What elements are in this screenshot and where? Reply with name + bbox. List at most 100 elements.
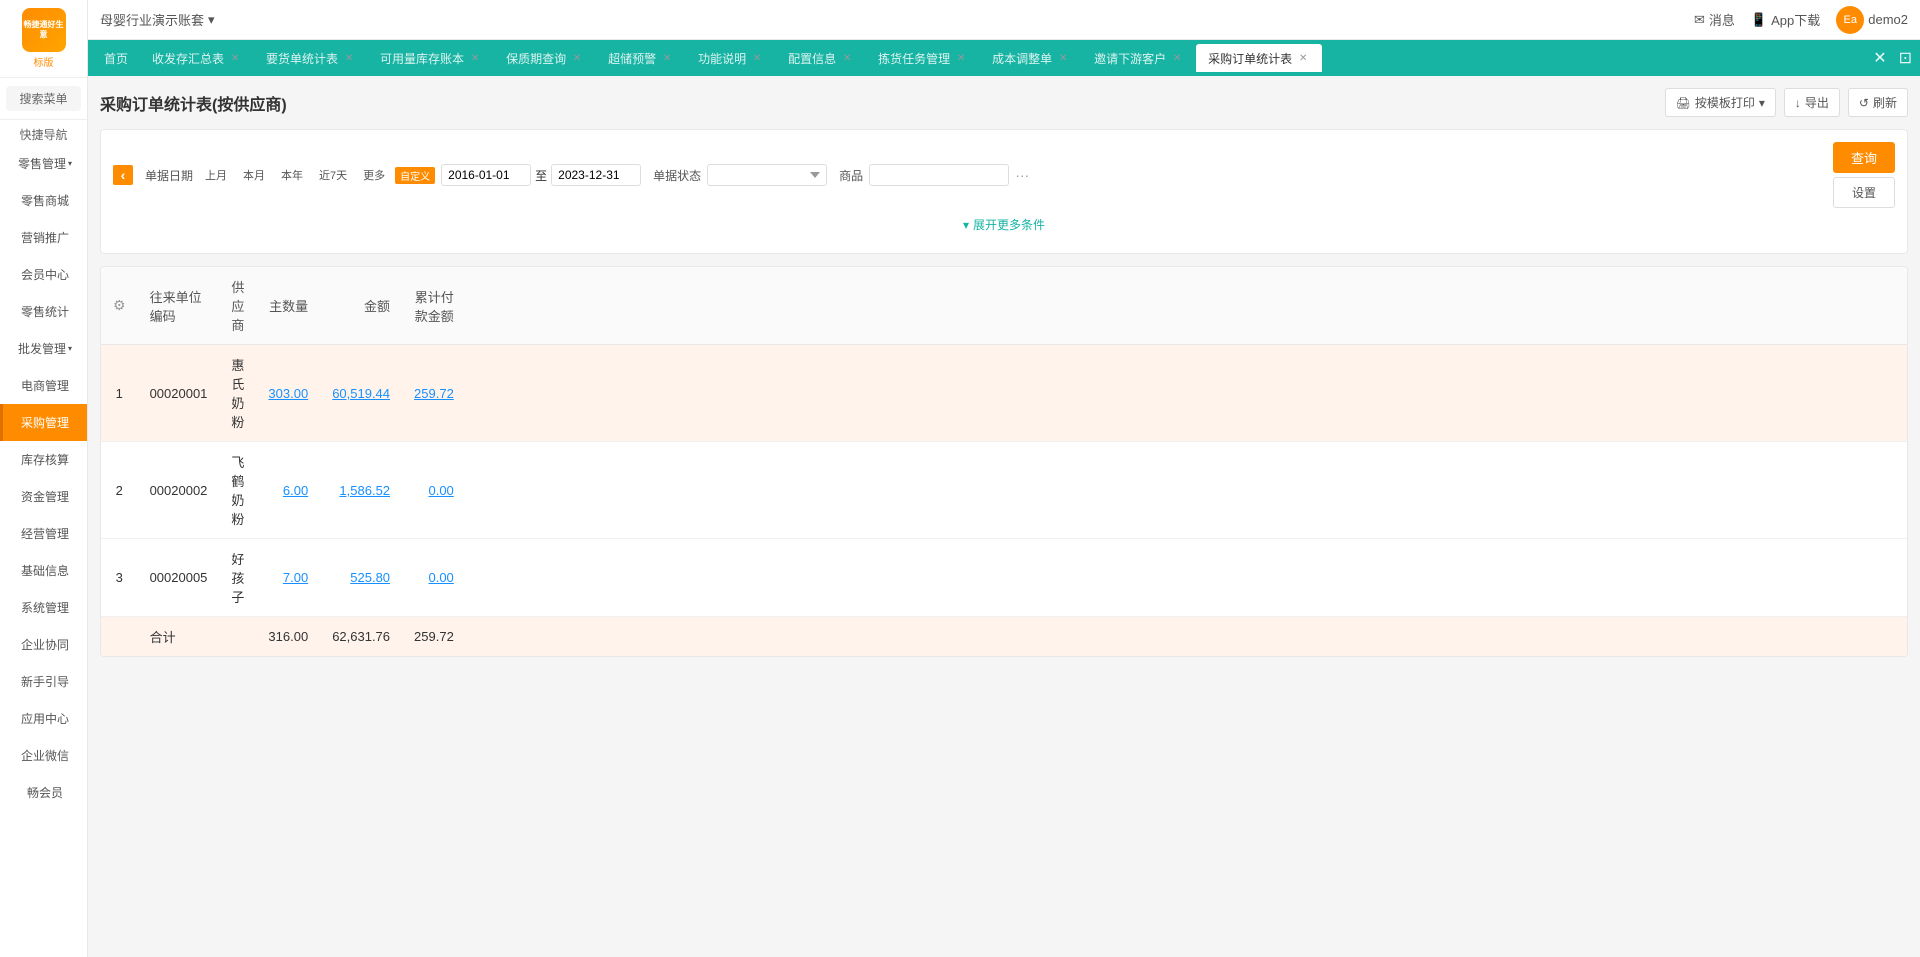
sidebar-item-6[interactable]: 电商管理 [0, 367, 87, 404]
tab-label: 配置信息 [788, 50, 836, 67]
restore-btn[interactable]: ⊡ [1895, 48, 1916, 68]
tab-close-icon[interactable]: ✕ [660, 51, 674, 65]
tab-close-icon[interactable]: ✕ [840, 51, 854, 65]
shortcut-prev-month[interactable]: 上月 [199, 165, 233, 185]
user-profile[interactable]: Ea demo2 [1836, 6, 1908, 34]
row-amount[interactable]: 1,586.52 [320, 442, 402, 539]
quick-nav-btn[interactable]: 快捷导航 [0, 120, 87, 145]
print-btn[interactable]: 🖨 按模板打印 ▾ [1665, 88, 1776, 117]
export-icon: ↓ [1795, 96, 1801, 110]
col-amount: 金额 [320, 267, 402, 345]
shortcut-this-month[interactable]: 本月 [237, 165, 271, 185]
tab-close-icon[interactable]: ✕ [1296, 51, 1310, 65]
sidebar-item-5[interactable]: 批发管理▾ [0, 330, 87, 367]
expand-more-btn[interactable]: ▾ 展开更多条件 [963, 216, 1045, 233]
table-row: 2 00020002 飞鹤奶粉 6.00 1,586.52 0.00 [101, 442, 1907, 539]
table-row: 3 00020005 好孩子 7.00 525.80 0.00 [101, 539, 1907, 617]
app-download-btn[interactable]: 📱 App下载 [1751, 10, 1820, 29]
sidebar-logo: 畅捷通好生意 标版 [0, 0, 87, 78]
sidebar-item-8[interactable]: 库存核算 [0, 441, 87, 478]
row-paid[interactable]: 0.00 [402, 539, 466, 617]
message-btn[interactable]: ✉ 消息 [1694, 10, 1735, 29]
tab-7[interactable]: 配置信息 ✕ [776, 44, 866, 72]
row-qty[interactable]: 6.00 [256, 442, 320, 539]
sidebar-item-16[interactable]: 企业微信 [0, 737, 87, 774]
sidebar-item-label: 畅会员 [27, 784, 63, 801]
tab-5[interactable]: 超储预警✕ [596, 44, 686, 72]
settings-btn[interactable]: 设置 [1833, 177, 1895, 208]
refresh-icon: ↺ [1859, 96, 1869, 110]
sidebar-item-12[interactable]: 系统管理 [0, 589, 87, 626]
tab-8[interactable]: 拣货任务管理✕ [866, 44, 980, 72]
row-amount[interactable]: 60,519.44 [320, 345, 402, 442]
row-index: 1 [101, 345, 138, 442]
search-menu-btn[interactable]: 搜索菜单 [6, 86, 81, 111]
row-qty[interactable]: 303.00 [256, 345, 320, 442]
sidebar-item-13[interactable]: 企业协同 [0, 626, 87, 663]
tab-label: 采购订单统计表 [1208, 50, 1292, 67]
sidebar-item-10[interactable]: 经营管理 [0, 515, 87, 552]
sidebar-item-4[interactable]: 零售统计 [0, 293, 87, 330]
tab-1[interactable]: 收发存汇总表✕ [140, 44, 254, 72]
tab-close-icon[interactable]: ✕ [342, 51, 356, 65]
row-amount[interactable]: 525.80 [320, 539, 402, 617]
table-footer: 合计 316.00 62,631.76 259.72 [101, 617, 1907, 657]
chevron-down-icon: ▾ [963, 218, 969, 232]
search-btn[interactable]: 查询 [1833, 142, 1895, 173]
topbar-left: 母婴行业演示账套 ▾ [100, 10, 215, 29]
date-from-input[interactable] [441, 164, 531, 186]
goods-input[interactable] [869, 164, 1009, 186]
status-filter-label: 单据状态 [653, 167, 701, 184]
table-settings-icon[interactable]: ⚙ [113, 297, 126, 313]
tab-close-icon[interactable]: ✕ [570, 51, 584, 65]
tab-close-icon[interactable]: ✕ [750, 51, 764, 65]
tab-11[interactable]: 采购订单统计表 ✕ [1196, 44, 1322, 72]
shortcut-7days[interactable]: 近7天 [313, 165, 353, 185]
row-qty[interactable]: 7.00 [256, 539, 320, 617]
row-paid[interactable]: 259.72 [402, 345, 466, 442]
sidebar-item-0[interactable]: 零售管理▾ [0, 145, 87, 182]
tab-6[interactable]: 功能说明 ✕ [686, 44, 776, 72]
tab-label: 功能说明 [698, 50, 746, 67]
tab-0[interactable]: 首页 [92, 44, 140, 72]
tab-9[interactable]: 成本调整单✕ [980, 44, 1082, 72]
tab-close-icon[interactable]: ✕ [228, 51, 242, 65]
topbar: 母婴行业演示账套 ▾ ✉ 消息 📱 App下载 Ea demo2 [88, 0, 1920, 40]
sidebar-search-area[interactable]: 搜索菜单 [0, 78, 87, 120]
date-to-input[interactable] [551, 164, 641, 186]
tab-close-icon[interactable]: ✕ [1056, 51, 1070, 65]
tab-10[interactable]: 邀请下游客户✕ [1082, 44, 1196, 72]
sidebar-item-9[interactable]: 资金管理 [0, 478, 87, 515]
sidebar-item-7[interactable]: 采购管理 [0, 404, 87, 441]
status-select[interactable] [707, 164, 827, 186]
sidebar-item-14[interactable]: 新手引导 [0, 663, 87, 700]
col-supplier: 供应商 [219, 267, 256, 345]
tab-close-icon[interactable]: ✕ [954, 51, 968, 65]
sidebar-item-label: 采购管理 [21, 414, 69, 431]
industry-selector[interactable]: 母婴行业演示账套 ▾ [100, 10, 215, 29]
tab-2[interactable]: 要货单统计表✕ [254, 44, 368, 72]
tab-4[interactable]: 保质期查询 ✕ [494, 44, 596, 72]
tab-close-icon[interactable]: ✕ [468, 51, 482, 65]
row-paid[interactable]: 0.00 [402, 442, 466, 539]
close-all-tabs-btn[interactable]: ✕ [1869, 48, 1890, 68]
date-filter-label: 单据日期 [145, 167, 193, 184]
sidebar-item-3[interactable]: 会员中心 [0, 256, 87, 293]
tab-close-icon[interactable]: ✕ [1170, 51, 1184, 65]
sidebar-item-17[interactable]: 畅会员 [0, 774, 87, 811]
sidebar-item-15[interactable]: 应用中心 [0, 700, 87, 737]
export-btn[interactable]: ↓ 导出 [1784, 88, 1840, 117]
sidebar-item-11[interactable]: 基础信息 [0, 552, 87, 589]
shortcut-more[interactable]: 更多 [357, 165, 391, 185]
sidebar-item-1[interactable]: 零售商城 [0, 182, 87, 219]
tab-3[interactable]: 可用量库存账本✕ [368, 44, 494, 72]
sidebar-arrow-icon: ▾ [68, 344, 72, 353]
sidebar-item-label: 会员中心 [21, 266, 69, 283]
goods-more-icon[interactable]: ··· [1015, 167, 1029, 183]
sidebar-item-2[interactable]: 营销推广 [0, 219, 87, 256]
refresh-btn[interactable]: ↺ 刷新 [1848, 88, 1908, 117]
shortcut-this-year[interactable]: 本年 [275, 165, 309, 185]
tab-label: 保质期查询 [506, 50, 566, 67]
status-filter-item: 单据状态 [653, 164, 827, 186]
collapse-filter-btn[interactable]: ‹ [113, 165, 133, 185]
